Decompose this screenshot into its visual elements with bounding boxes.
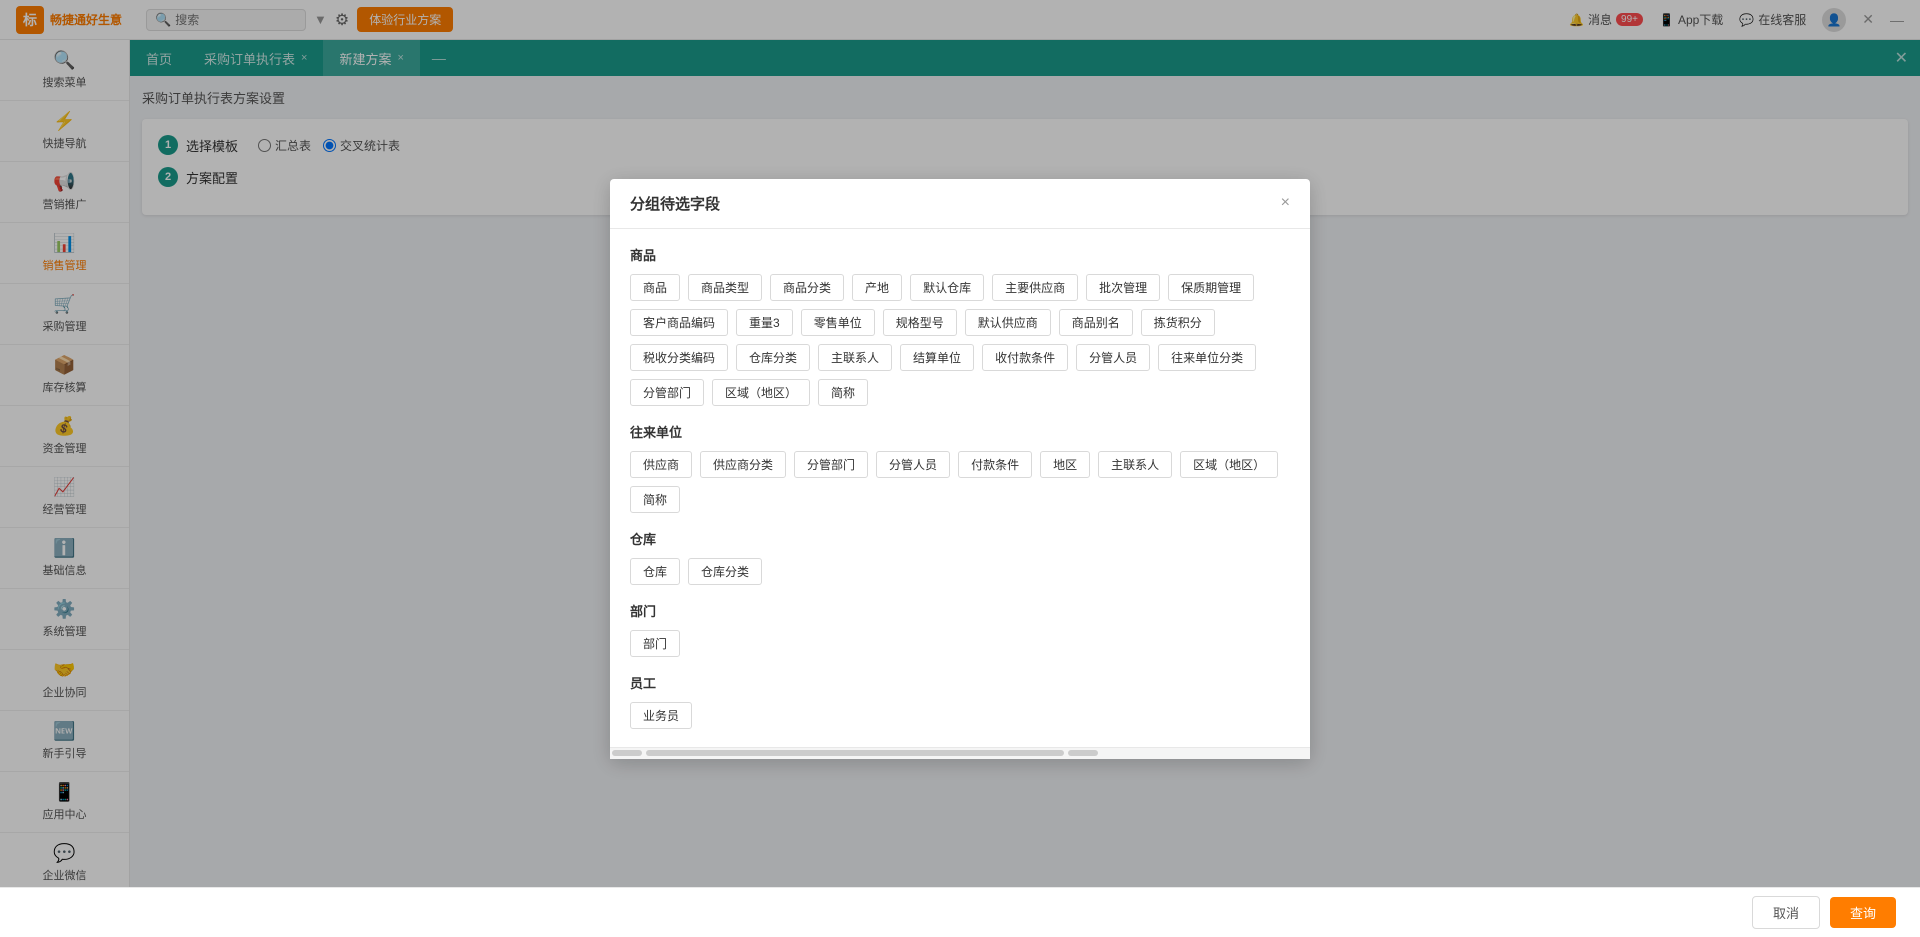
field-tag-product-4[interactable]: 默认仓库 — [910, 274, 984, 301]
field-tag-counterpart-3[interactable]: 分管人员 — [876, 451, 950, 478]
field-tag-counterpart-1[interactable]: 供应商分类 — [700, 451, 786, 478]
dialog: 分组待选字段 × 商品商品商品类型商品分类产地默认仓库主要供应商批次管理保质期管… — [610, 179, 1310, 759]
bottom-action-bar: 取消 查询 — [0, 887, 1920, 937]
field-tag-product-9[interactable]: 重量3 — [736, 309, 793, 336]
field-tag-product-2[interactable]: 商品分类 — [770, 274, 844, 301]
cancel-button[interactable]: 取消 — [1752, 896, 1820, 929]
field-tag-product-11[interactable]: 规格型号 — [883, 309, 957, 336]
field-tag-product-0[interactable]: 商品 — [630, 274, 680, 301]
confirm-button[interactable]: 查询 — [1830, 897, 1896, 928]
hscroll-left — [612, 750, 642, 756]
field-tag-product-16[interactable]: 仓库分类 — [736, 344, 810, 371]
field-section-department: 部门部门 — [630, 601, 1290, 657]
field-tag-product-24[interactable]: 简称 — [818, 379, 868, 406]
dialog-hscroll[interactable] — [610, 747, 1310, 759]
field-tag-product-12[interactable]: 默认供应商 — [965, 309, 1051, 336]
field-tag-counterpart-2[interactable]: 分管部门 — [794, 451, 868, 478]
field-section-title-department: 部门 — [630, 601, 1290, 620]
field-tag-product-18[interactable]: 结算单位 — [900, 344, 974, 371]
field-tag-product-15[interactable]: 税收分类编码 — [630, 344, 728, 371]
field-tag-product-8[interactable]: 客户商品编码 — [630, 309, 728, 336]
field-tag-product-3[interactable]: 产地 — [852, 274, 902, 301]
hscroll-right — [1068, 750, 1098, 756]
field-tag-product-7[interactable]: 保质期管理 — [1168, 274, 1254, 301]
field-tag-product-20[interactable]: 分管人员 — [1076, 344, 1150, 371]
modal-overlay: 分组待选字段 × 商品商品商品类型商品分类产地默认仓库主要供应商批次管理保质期管… — [0, 0, 1920, 937]
field-tag-product-1[interactable]: 商品类型 — [688, 274, 762, 301]
field-tag-product-13[interactable]: 商品别名 — [1059, 309, 1133, 336]
field-section-employee: 员工业务员 — [630, 673, 1290, 729]
field-section-title-product: 商品 — [630, 245, 1290, 264]
field-tag-counterpart-7[interactable]: 区域（地区） — [1180, 451, 1278, 478]
field-tag-product-19[interactable]: 收付款条件 — [982, 344, 1068, 371]
field-tag-counterpart-6[interactable]: 主联系人 — [1098, 451, 1172, 478]
field-tag-department-0[interactable]: 部门 — [630, 630, 680, 657]
field-tag-product-14[interactable]: 拣货积分 — [1141, 309, 1215, 336]
field-tag-employee-0[interactable]: 业务员 — [630, 702, 692, 729]
field-section-product: 商品商品商品类型商品分类产地默认仓库主要供应商批次管理保质期管理客户商品编码重量… — [630, 245, 1290, 406]
field-tags-employee: 业务员 — [630, 702, 1290, 729]
hscroll-thumb[interactable] — [646, 750, 1064, 756]
field-section-title-employee: 员工 — [630, 673, 1290, 692]
dialog-header: 分组待选字段 × — [610, 179, 1310, 229]
field-tag-product-21[interactable]: 往来单位分类 — [1158, 344, 1256, 371]
field-tag-product-22[interactable]: 分管部门 — [630, 379, 704, 406]
field-tag-warehouse-1[interactable]: 仓库分类 — [688, 558, 762, 585]
field-section-title-counterpart: 往来单位 — [630, 422, 1290, 441]
dialog-title: 分组待选字段 — [630, 193, 720, 214]
field-tag-warehouse-0[interactable]: 仓库 — [630, 558, 680, 585]
field-tags-counterpart: 供应商供应商分类分管部门分管人员付款条件地区主联系人区域（地区） 简称 — [630, 451, 1290, 513]
field-tag-product-5[interactable]: 主要供应商 — [992, 274, 1078, 301]
field-section-title-warehouse: 仓库 — [630, 529, 1290, 548]
field-tags-warehouse: 仓库仓库分类 — [630, 558, 1290, 585]
field-tags-department: 部门 — [630, 630, 1290, 657]
field-section-warehouse: 仓库仓库仓库分类 — [630, 529, 1290, 585]
field-tag-product-6[interactable]: 批次管理 — [1086, 274, 1160, 301]
field-section-counterpart: 往来单位供应商供应商分类分管部门分管人员付款条件地区主联系人区域（地区） 简称 — [630, 422, 1290, 513]
field-tag-counterpart-4[interactable]: 付款条件 — [958, 451, 1032, 478]
field-tag-counterpart-0[interactable]: 供应商 — [630, 451, 692, 478]
dialog-body: 商品商品商品类型商品分类产地默认仓库主要供应商批次管理保质期管理客户商品编码重量… — [610, 229, 1310, 747]
field-tag-product-10[interactable]: 零售单位 — [801, 309, 875, 336]
field-tag-counterpart-5[interactable]: 地区 — [1040, 451, 1090, 478]
field-tag-counterpart-8[interactable]: 简称 — [630, 486, 680, 513]
field-tag-product-23[interactable]: 区域（地区） — [712, 379, 810, 406]
dialog-close-button[interactable]: × — [1281, 194, 1290, 212]
field-tag-product-17[interactable]: 主联系人 — [818, 344, 892, 371]
field-tags-product: 商品商品类型商品分类产地默认仓库主要供应商批次管理保质期管理客户商品编码重量3 零… — [630, 274, 1290, 406]
